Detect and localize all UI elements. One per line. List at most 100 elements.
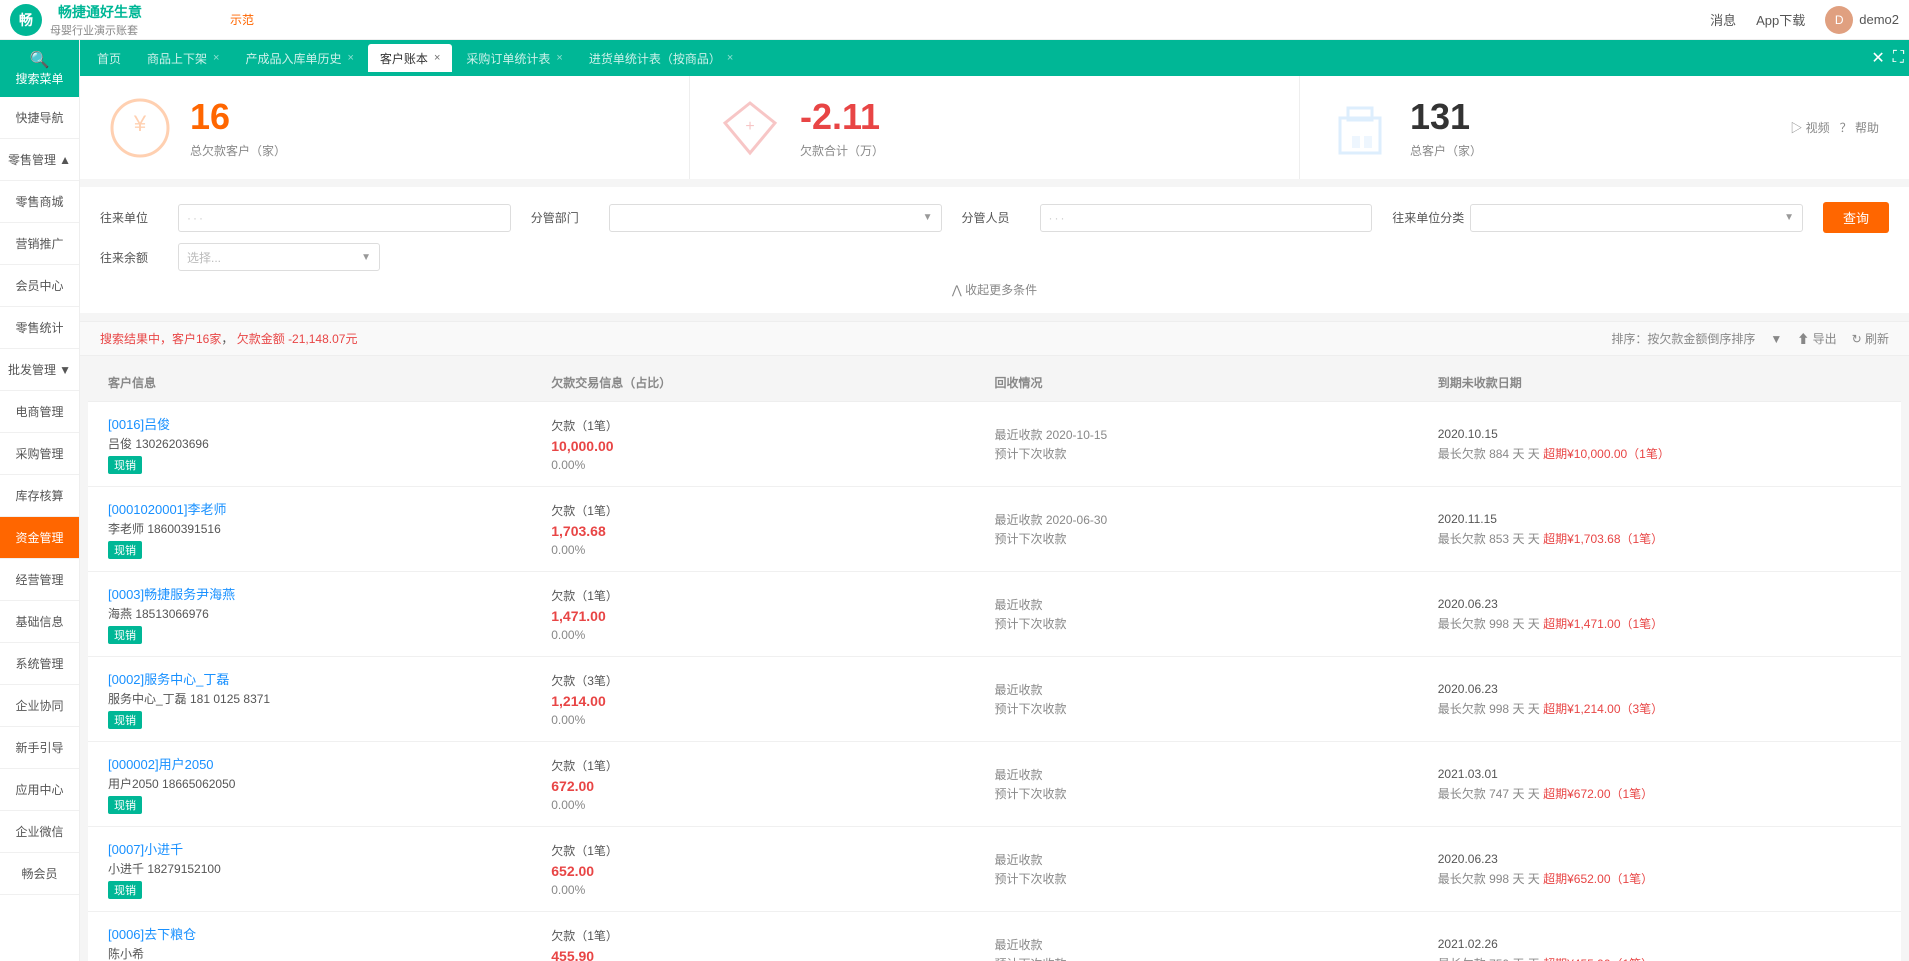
tab-product-shelf[interactable]: 商品上下架 × [135, 44, 231, 72]
sidebar-item-wholesale-mgmt[interactable]: 批发管理 ▼ [0, 349, 79, 391]
customer-name-5[interactable]: [0007]小进千 [108, 839, 551, 858]
filter-source-unit-input[interactable]: ··· [178, 204, 511, 232]
help-btn[interactable]: ？ 帮助 [1840, 119, 1879, 136]
sidebar-item-vip[interactable]: 畅会员 [0, 853, 79, 895]
tab-close-2[interactable]: × [347, 52, 353, 64]
overdue-link-1[interactable]: 超期¥1,703.68（1笔） [1543, 532, 1663, 546]
customer-name-0[interactable]: [0016]吕俊 [108, 414, 551, 433]
customer-name-3[interactable]: [0002]服务中心_丁磊 [108, 669, 551, 688]
debt-amount-6[interactable]: 455.90 [551, 948, 994, 961]
tab-close-1[interactable]: × [213, 52, 219, 64]
video-btn[interactable]: ▷ 视频 [1790, 119, 1829, 136]
last-collection-label-6: 最近收款 [995, 936, 1438, 953]
stat-card-total-customers: 131 总客户（家） ▷ 视频 ？ 帮助 [1300, 76, 1909, 179]
overdue-date-6: 2021.02.26 [1438, 937, 1881, 951]
user-area[interactable]: D demo2 [1825, 6, 1899, 34]
overdue-link-0[interactable]: 超期¥10,000.00（1笔） [1543, 447, 1670, 461]
customer-badge-4: 现销 [108, 796, 142, 814]
tab-close-3[interactable]: × [434, 52, 440, 64]
debt-percent-1: 0.00% [551, 543, 994, 557]
sidebar-item-appstore[interactable]: 应用中心 [0, 769, 79, 811]
last-collection-label-5: 最近收款 [995, 851, 1438, 868]
tab-purchase-stats[interactable]: 采购订单统计表 × [454, 44, 574, 72]
sidebar-item-inventory[interactable]: 库存核算 [0, 475, 79, 517]
export-btn[interactable]: ⬆ 导出 [1797, 330, 1836, 347]
fullscreen-btn[interactable]: ⛶ [1893, 48, 1904, 68]
next-collection-2: 预计下次收款 [995, 615, 1438, 632]
sidebar-item-system[interactable]: 系统管理 [0, 643, 79, 685]
tab-home[interactable]: 首页 [85, 44, 133, 72]
customer-name-2[interactable]: [0003]畅捷服务尹海燕 [108, 584, 551, 603]
col-customer-info: 客户信息 [108, 374, 551, 391]
table-row: [0003]畅捷服务尹海燕 海燕 18513066976 现销 欠款（1笔） 1… [88, 572, 1901, 657]
sidebar-item-marketing[interactable]: 营销推广 [0, 223, 79, 265]
filter-category-input[interactable]: ▼ [1470, 204, 1803, 232]
debt-amount-3[interactable]: 1,214.00 [551, 693, 994, 709]
svg-text:¥: ¥ [133, 111, 147, 136]
demo-link[interactable]: 示范 [230, 11, 254, 28]
close-all-tabs-btn[interactable]: ✕ [1871, 48, 1884, 68]
filter-source-unit-label: 往来单位 [100, 209, 170, 226]
sidebar-item-retail-stats[interactable]: 零售统计 [0, 307, 79, 349]
collapse-button[interactable]: ⋀ 收起更多条件 [952, 281, 1037, 298]
sidebar-search[interactable]: 🔍 搜索菜单 [0, 40, 79, 97]
overdue-link-4[interactable]: 超期¥672.00（1笔） [1543, 787, 1653, 801]
sidebar-item-retail-mgmt[interactable]: 零售管理 ▲ [0, 139, 79, 181]
overdue-link-3[interactable]: 超期¥1,214.00（3笔） [1543, 702, 1663, 716]
debt-info-cell: 欠款（1笔） 1,471.00 0.00% [551, 587, 994, 642]
top-bar-right: 消息 App下载 D demo2 [1710, 6, 1899, 34]
overdue-link-2[interactable]: 超期¥1,471.00（1笔） [1543, 617, 1663, 631]
customer-phone-3: 服务中心_丁磊 181 0125 8371 [108, 690, 551, 707]
search-button[interactable]: 查询 [1823, 202, 1889, 233]
tab-close-4[interactable]: × [556, 52, 562, 64]
filter-person-input[interactable]: ··· [1040, 204, 1373, 232]
filter-dept-arrow: ▼ [923, 212, 933, 223]
tab-stock-stats[interactable]: 进货单统计表（按商品） × [577, 44, 745, 72]
debt-amount-1[interactable]: 1,703.68 [551, 523, 994, 539]
table-body: [0016]吕俊 吕俊 13026203696 现销 欠款（1笔） 10,000… [88, 402, 1901, 961]
collection-cell: 最近收款 预计下次收款 [995, 596, 1438, 632]
stat-card-total-debt: + -2.11 欠款合计（万） [690, 76, 1300, 179]
customer-name-4[interactable]: [000002]用户2050 [108, 754, 551, 773]
sidebar-item-wechat[interactable]: 企业微信 [0, 811, 79, 853]
tab-customer-account[interactable]: 客户账本 × [368, 44, 452, 72]
sidebar-item-finance[interactable]: 资金管理 [0, 517, 79, 559]
debt-amount-0[interactable]: 10,000.00 [551, 438, 994, 454]
refresh-btn[interactable]: ↻ 刷新 [1852, 330, 1889, 347]
debt-info-cell: 欠款（1笔） 652.00 0.00% [551, 842, 994, 897]
filter-balance-input[interactable]: 选择... ▼ [178, 243, 380, 271]
customer-info-cell: [0006]去下粮仓 陈小希 现销 [108, 924, 551, 961]
sidebar: 🔍 搜索菜单 快捷导航 零售管理 ▲ 零售商城 营销推广 会员中心 零售统计 [0, 40, 80, 961]
sidebar-item-newbie[interactable]: 新手引导 [0, 727, 79, 769]
debt-amount-5[interactable]: 652.00 [551, 863, 994, 879]
filter-dept-input[interactable]: ▼ [609, 204, 942, 232]
customer-phone-1: 李老师 18600391516 [108, 520, 551, 537]
sidebar-item-quicknav[interactable]: 快捷导航 [0, 97, 79, 139]
sidebar-item-business[interactable]: 经营管理 [0, 559, 79, 601]
overdue-link-5[interactable]: 超期¥652.00（1笔） [1543, 872, 1653, 886]
filter-balance-arrow: ▼ [361, 252, 371, 263]
debt-amount-4[interactable]: 672.00 [551, 778, 994, 794]
overdue-cell: 2020.11.15 最长欠款 853 天 天 超期¥1,703.68（1笔） [1438, 512, 1881, 547]
customer-name-6[interactable]: [0006]去下粮仓 [108, 924, 551, 943]
app-download-btn[interactable]: App下载 [1756, 10, 1805, 29]
sidebar-item-enterprise[interactable]: 企业协同 [0, 685, 79, 727]
tab-close-5[interactable]: × [727, 52, 733, 64]
main-content-area: 首页 商品上下架 × 产成品入库单历史 × 客户账本 × 采购订单统计表 × [80, 40, 1909, 961]
sidebar-item-ecommerce[interactable]: 电商管理 [0, 391, 79, 433]
customer-name-1[interactable]: [0001020001]李老师 [108, 499, 551, 518]
sidebar-item-basic-info[interactable]: 基础信息 [0, 601, 79, 643]
last-collection-label-1: 最近收款 2020-06-30 [995, 511, 1438, 528]
customer-phone-6: 陈小希 [108, 945, 551, 961]
message-btn[interactable]: 消息 [1710, 10, 1736, 29]
app-subtitle: 母婴行业演示账套 [50, 22, 142, 38]
customer-info-cell: [0002]服务中心_丁磊 服务中心_丁磊 181 0125 8371 现销 [108, 669, 551, 729]
stat-customers-info: 131 总客户（家） [1410, 96, 1482, 159]
sidebar-item-retail-mall[interactable]: 零售商城 [0, 181, 79, 223]
debt-amount-2[interactable]: 1,471.00 [551, 608, 994, 624]
tab-inventory-history[interactable]: 产成品入库单历史 × [233, 44, 365, 72]
debt-count-1: 欠款（1笔） [551, 502, 994, 519]
overdue-link-6[interactable]: 超期¥455.90（1笔） [1543, 957, 1653, 961]
sidebar-item-purchase[interactable]: 采购管理 [0, 433, 79, 475]
sidebar-item-members[interactable]: 会员中心 [0, 265, 79, 307]
